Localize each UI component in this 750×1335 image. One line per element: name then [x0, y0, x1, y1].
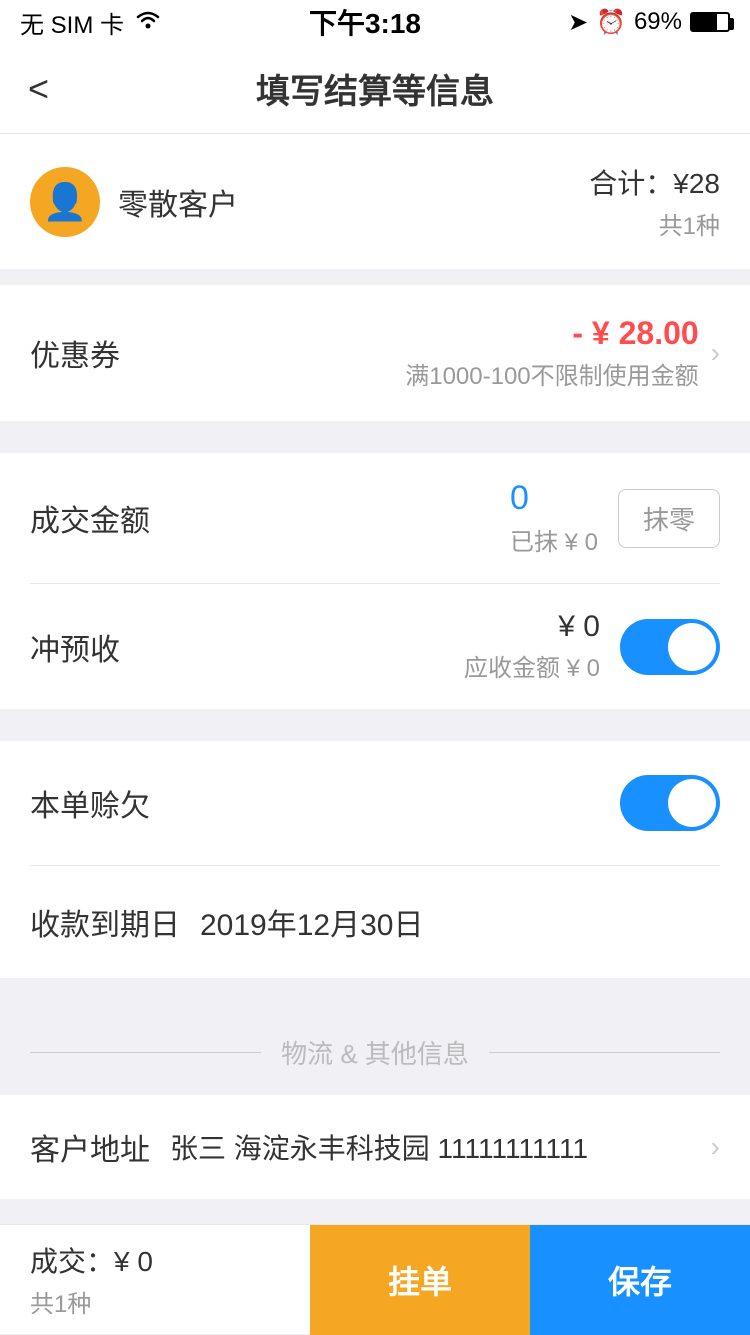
- address-section: 客户地址 张三 海淀永丰科技园 11111111111 ›: [0, 1095, 750, 1199]
- wifi-icon: [134, 8, 162, 36]
- save-button[interactable]: 保存: [530, 1225, 750, 1335]
- debit-slider: [620, 775, 720, 831]
- address-label: 客户地址: [30, 1125, 150, 1169]
- customer-right: 合计：¥28 共1种: [589, 162, 720, 241]
- bottom-deal-amount: 成交：¥ 0: [30, 1240, 280, 1280]
- coupon-value-block: - ¥ 28.00 满1000-100不限制使用金额: [405, 315, 698, 391]
- address-chevron-icon: ›: [711, 1131, 720, 1163]
- transaction-section: 成交金额 0 已抹 ¥ 0 抹零 冲预收 ¥ 0 应收金额 ¥ 0: [0, 453, 750, 709]
- debit-section: 本单赊欠 收款到期日 2019年12月30日: [0, 741, 750, 978]
- due-date-value: 2019年12月30日: [200, 900, 423, 944]
- customer-count: 共1种: [589, 206, 720, 241]
- customer-left: 👤 零散客户: [30, 167, 238, 237]
- prepayment-slider: [620, 619, 720, 675]
- logistics-line-right: [489, 1052, 720, 1053]
- customer-avatar: 👤: [30, 167, 100, 237]
- bottom-deal-label: 成交：: [30, 1246, 114, 1277]
- debit-label: 本单赊欠: [30, 781, 150, 825]
- bottom-count: 共1种: [30, 1284, 280, 1319]
- coupon-label: 优惠券: [30, 331, 120, 375]
- status-left: 无 SIM 卡: [20, 5, 162, 40]
- logistics-label: 物流 & 其他信息: [261, 1034, 489, 1071]
- customer-name: 零散客户: [118, 180, 238, 224]
- prepayment-amount-block: ¥ 0 应收金额 ¥ 0: [464, 610, 600, 683]
- debit-row: 本单赊欠: [0, 741, 750, 865]
- back-button[interactable]: <: [28, 68, 49, 110]
- bottom-info: 成交：¥ 0 共1种: [0, 1240, 310, 1319]
- prepayment-row: 冲预收 ¥ 0 应收金额 ¥ 0: [0, 584, 750, 709]
- page-title: 填写结算等信息: [256, 64, 494, 113]
- coupon-amount: - ¥ 28.00: [405, 315, 698, 352]
- bottom-deal-value: ¥ 0: [114, 1246, 153, 1277]
- coupon-desc: 满1000-100不限制使用金额: [405, 356, 698, 391]
- section-sep-3: [0, 994, 750, 1010]
- customer-row: 👤 零散客户 合计：¥28 共1种: [0, 134, 750, 269]
- prepayment-toggle[interactable]: [620, 619, 720, 675]
- location-icon: ➤: [568, 8, 588, 37]
- prepayment-amount: ¥ 0: [464, 610, 600, 644]
- customer-section: 👤 零散客户 合计：¥28 共1种: [0, 134, 750, 269]
- section-sep-2: [0, 725, 750, 741]
- avatar-icon: 👤: [43, 181, 88, 223]
- address-value: 张三 海淀永丰科技园 11111111111: [170, 1127, 711, 1167]
- battery-label: 69%: [634, 8, 682, 36]
- prepayment-right: ¥ 0 应收金额 ¥ 0: [464, 610, 720, 683]
- status-bar: 无 SIM 卡 下午3:18 ➤ ⏰ 69%: [0, 0, 750, 44]
- nav-bar: < 填写结算等信息: [0, 44, 750, 134]
- address-row[interactable]: 客户地址 张三 海淀永丰科技园 11111111111 ›: [0, 1095, 750, 1199]
- transaction-right: 0 已抹 ¥ 0 抹零: [510, 479, 720, 557]
- carrier-label: 无 SIM 卡: [20, 5, 124, 40]
- logistics-section: 物流 & 其他信息: [0, 1010, 750, 1095]
- round-zero-button[interactable]: 抹零: [618, 489, 720, 548]
- coupon-chevron-icon: ›: [711, 337, 720, 369]
- coupon-right: - ¥ 28.00 满1000-100不限制使用金额 ›: [405, 315, 720, 391]
- debit-toggle[interactable]: [620, 775, 720, 831]
- coupon-section: 优惠券 - ¥ 28.00 满1000-100不限制使用金额 ›: [0, 285, 750, 421]
- status-time: 下午3:18: [309, 2, 421, 42]
- hold-button[interactable]: 挂单: [310, 1225, 530, 1335]
- prepayment-label: 冲预收: [30, 625, 120, 669]
- transaction-amount: 0: [510, 479, 598, 518]
- due-date-label: 收款到期日: [30, 900, 180, 944]
- bottom-bar: 成交：¥ 0 共1种 挂单 保存: [0, 1224, 750, 1334]
- due-date-row: 收款到期日 2019年12月30日: [0, 866, 750, 978]
- content: 👤 零散客户 合计：¥28 共1种 优惠券 - ¥ 28.00 满1000-10…: [0, 134, 750, 1335]
- battery-icon: [690, 12, 730, 32]
- transaction-row: 成交金额 0 已抹 ¥ 0 抹零: [0, 453, 750, 583]
- transaction-value-block: 0 已抹 ¥ 0: [510, 479, 598, 557]
- section-sep-1: [0, 437, 750, 453]
- alarm-icon: ⏰: [596, 8, 626, 37]
- prepayment-sub: 应收金额 ¥ 0: [464, 648, 600, 683]
- status-right: ➤ ⏰ 69%: [568, 8, 730, 37]
- transaction-label: 成交金额: [30, 496, 150, 540]
- customer-total: 合计：¥28: [589, 162, 720, 202]
- coupon-row[interactable]: 优惠券 - ¥ 28.00 满1000-100不限制使用金额 ›: [0, 285, 750, 421]
- transaction-sub: 已抹 ¥ 0: [510, 522, 598, 557]
- logistics-line-left: [30, 1052, 261, 1053]
